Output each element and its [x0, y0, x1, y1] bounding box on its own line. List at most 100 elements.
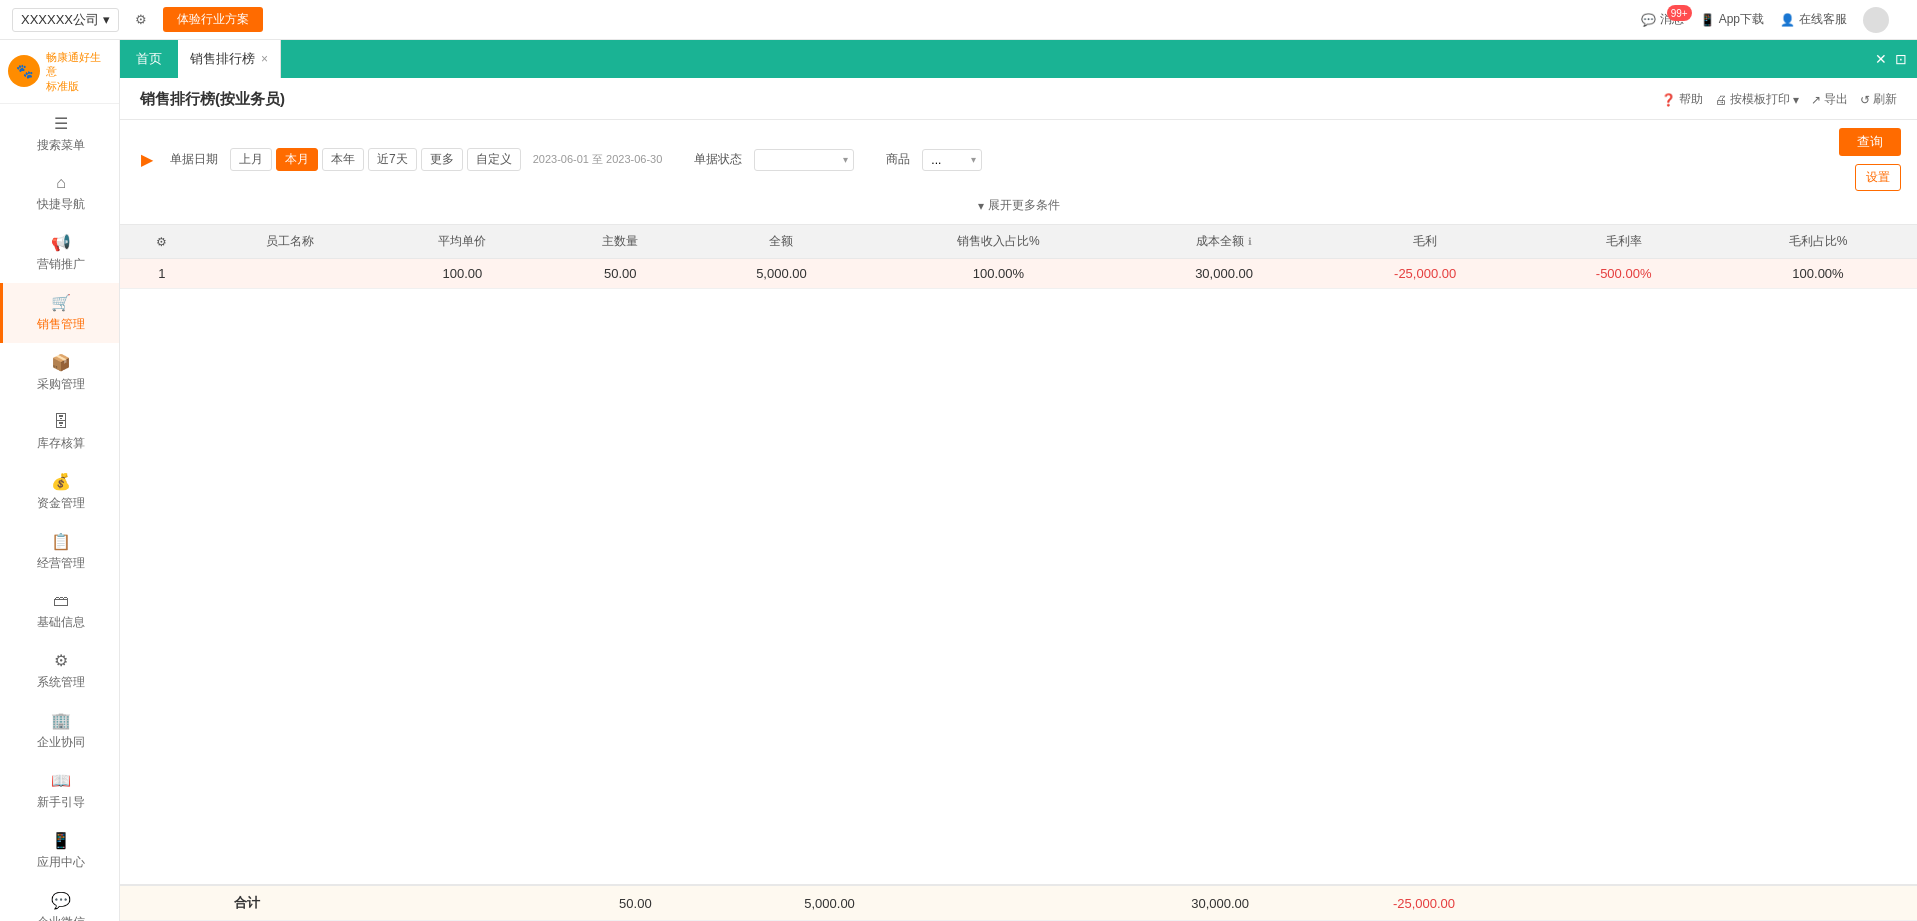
- sidebar-item-enterprise[interactable]: 🏢 企业协同: [0, 701, 119, 761]
- chevron-down-icon: ▾: [103, 12, 110, 27]
- sidebar-item-finance[interactable]: 💰 资金管理: [0, 462, 119, 522]
- app-download-button[interactable]: 📱 App下载: [1700, 11, 1764, 28]
- export-button[interactable]: ↗ 导出: [1811, 91, 1848, 108]
- top-bar-right: 💬 消息 99+ 📱 App下载 👤 在线客服: [1641, 7, 1905, 33]
- sidebar-item-basic-info[interactable]: 🗃 基础信息: [0, 582, 119, 641]
- sidebar-item-label: 库存核算: [37, 435, 85, 452]
- home-icon: ⌂: [56, 174, 66, 192]
- main-layout: 🐾 畅康通好生意 标准版 ☰ 搜索菜单 ⌂ 快捷导航 📢 营销推广 🛒 销售管理…: [0, 40, 1917, 921]
- recent7-btn[interactable]: 近7天: [368, 148, 417, 171]
- sidebar-item-label: 搜索菜单: [37, 137, 85, 154]
- row-cost: 30,000.00: [1126, 259, 1322, 289]
- goods-select[interactable]: ...: [922, 149, 982, 171]
- goods-select-wrap: ...: [922, 149, 982, 171]
- data-table: ⚙ 员工名称 平均单价 主数量 全额 销售收入占比% 成本全额 ℹ 毛利 毛利率…: [120, 225, 1917, 289]
- search-menu-icon: ☰: [54, 114, 68, 133]
- filter-right-actions: 查询 设置: [1839, 128, 1901, 191]
- finance-icon: 💰: [51, 472, 71, 491]
- filter-row-main: ▶ 单据日期 上月 本月 本年 近7天 更多 自定义 2023-06-01 至 …: [136, 128, 1901, 191]
- tab-close-icon[interactable]: ×: [261, 52, 268, 66]
- sidebar-item-inventory[interactable]: 🗄 库存核算: [0, 403, 119, 462]
- sidebar-item-quick-nav[interactable]: ⌂ 快捷导航: [0, 164, 119, 223]
- tab-restore-icon[interactable]: ⊡: [1895, 51, 1907, 67]
- sidebar-item-label: 应用中心: [37, 854, 85, 871]
- table-row: 1 100.00 50.00 5,000.00 100.00% 30,000.0…: [120, 259, 1917, 289]
- sidebar-item-guide[interactable]: 📖 新手引导: [0, 761, 119, 821]
- expand-more-conditions-btn[interactable]: ▾ 展开更多条件: [978, 197, 1060, 214]
- enterprise-icon: 🏢: [51, 711, 71, 730]
- basic-info-icon: 🗃: [53, 592, 69, 610]
- goods-filter-label: 商品: [886, 151, 910, 168]
- messages-button[interactable]: 💬 消息 99+: [1641, 11, 1684, 28]
- print-template-button[interactable]: 🖨 按模板打印 ▾: [1715, 91, 1799, 108]
- status-filter-label: 单据状态: [694, 151, 742, 168]
- sidebar-item-label: 营销推广: [37, 256, 85, 273]
- cost-info-icon[interactable]: ℹ: [1248, 236, 1252, 247]
- company-selector[interactable]: XXXXXX公司 ▾: [12, 8, 119, 32]
- date-range-display: 2023-06-01 至 2023-06-30: [533, 152, 663, 167]
- last-month-btn[interactable]: 上月: [230, 148, 272, 171]
- table-area: ⚙ 员工名称 平均单价 主数量 全额 销售收入占比% 成本全额 ℹ 毛利 毛利率…: [120, 225, 1917, 884]
- avatar[interactable]: [1863, 7, 1889, 33]
- tab-sales-ranking[interactable]: 销售排行榜 ×: [178, 40, 281, 78]
- sales-icon: 🛒: [51, 293, 71, 312]
- sidebar-item-purchase[interactable]: 📦 采购管理: [0, 343, 119, 403]
- sidebar: 🐾 畅康通好生意 标准版 ☰ 搜索菜单 ⌂ 快捷导航 📢 营销推广 🛒 销售管理…: [0, 40, 120, 921]
- tab-home[interactable]: 首页: [120, 40, 178, 78]
- online-service-button[interactable]: 👤 在线客服: [1780, 11, 1847, 28]
- sidebar-item-label: 企业协同: [37, 734, 85, 751]
- logo-text: 畅康通好生意 标准版: [46, 50, 111, 93]
- this-month-btn[interactable]: 本月: [276, 148, 318, 171]
- this-year-btn[interactable]: 本年: [322, 148, 364, 171]
- row-gross-rate: -500.00%: [1528, 259, 1719, 289]
- top-bar: XXXXXX公司 ▾ ⚙ 体验行业方案 💬 消息 99+ 📱 App下载 👤 在…: [0, 0, 1917, 40]
- col-qty: 主数量: [549, 225, 693, 259]
- tab-bar: 首页 销售排行榜 × ✕ ⊡: [120, 40, 1917, 78]
- sidebar-item-sales[interactable]: 🛒 销售管理: [0, 283, 119, 343]
- status-select[interactable]: [754, 149, 854, 171]
- tab-label: 销售排行榜: [190, 50, 255, 68]
- page-content: 销售排行榜(按业务员) ❓ 帮助 🖨 按模板打印 ▾ ↗ 导出: [120, 78, 1917, 921]
- sidebar-item-search-order[interactable]: ☰ 搜索菜单: [0, 104, 119, 164]
- sidebar-item-wechat[interactable]: 💬 企业微信: [0, 881, 119, 921]
- col-gross-pct: 毛利占比%: [1719, 225, 1917, 259]
- sidebar-item-label: 企业微信: [37, 914, 85, 921]
- footer-gross: -25,000.00: [1319, 886, 1528, 921]
- message-icon: 💬: [1641, 13, 1656, 27]
- help-button[interactable]: ❓ 帮助: [1661, 91, 1703, 108]
- refresh-button[interactable]: ↺ 刷新: [1860, 91, 1897, 108]
- sidebar-item-system[interactable]: ⚙ 系统管理: [0, 641, 119, 701]
- wechat-icon: 💬: [51, 891, 71, 910]
- col-name: 员工名称: [204, 225, 376, 259]
- col-amount: 全额: [692, 225, 871, 259]
- service-icon: 👤: [1780, 13, 1795, 27]
- page-header: 销售排行榜(按业务员) ❓ 帮助 🖨 按模板打印 ▾ ↗ 导出: [120, 78, 1917, 120]
- row-name: [204, 259, 376, 289]
- settings-icon-btn[interactable]: ⚙: [127, 6, 155, 34]
- filter-expand-button[interactable]: ▶: [136, 149, 158, 171]
- inventory-icon: 🗄: [53, 413, 69, 431]
- guide-icon: 📖: [51, 771, 71, 790]
- trial-button[interactable]: 体验行业方案: [163, 7, 263, 32]
- tab-close-window-icon[interactable]: ✕: [1875, 51, 1887, 67]
- sidebar-item-marketing[interactable]: 📢 营销推广: [0, 223, 119, 283]
- filter-second-row: ▾ 展开更多条件: [136, 191, 1901, 216]
- table-header-row: ⚙ 员工名称 平均单价 主数量 全额 销售收入占比% 成本全额 ℹ 毛利 毛利率…: [120, 225, 1917, 259]
- query-button[interactable]: 查询: [1839, 128, 1901, 156]
- app-center-icon: 📱: [51, 831, 71, 850]
- footer-amount: 5,000.00: [732, 886, 926, 921]
- help-icon: ❓: [1661, 93, 1676, 107]
- custom-btn[interactable]: 自定义: [467, 148, 521, 171]
- print-chevron-icon: ▾: [1793, 93, 1799, 107]
- content-area: 首页 销售排行榜 × ✕ ⊡ 销售排行榜(按业务员) ❓ 帮助: [120, 40, 1917, 921]
- settings-small-button[interactable]: 设置: [1855, 164, 1901, 191]
- download-icon: 📱: [1700, 13, 1715, 27]
- sidebar-item-app-center[interactable]: 📱 应用中心: [0, 821, 119, 881]
- row-amount: 5,000.00: [692, 259, 871, 289]
- sidebar-item-label: 经营管理: [37, 555, 85, 572]
- filter-bar: ▶ 单据日期 上月 本月 本年 近7天 更多 自定义 2023-06-01 至 …: [120, 120, 1917, 225]
- marketing-icon: 📢: [51, 233, 71, 252]
- sidebar-item-operation[interactable]: 📋 经营管理: [0, 522, 119, 582]
- more-btn[interactable]: 更多: [421, 148, 463, 171]
- col-settings[interactable]: ⚙: [120, 225, 204, 259]
